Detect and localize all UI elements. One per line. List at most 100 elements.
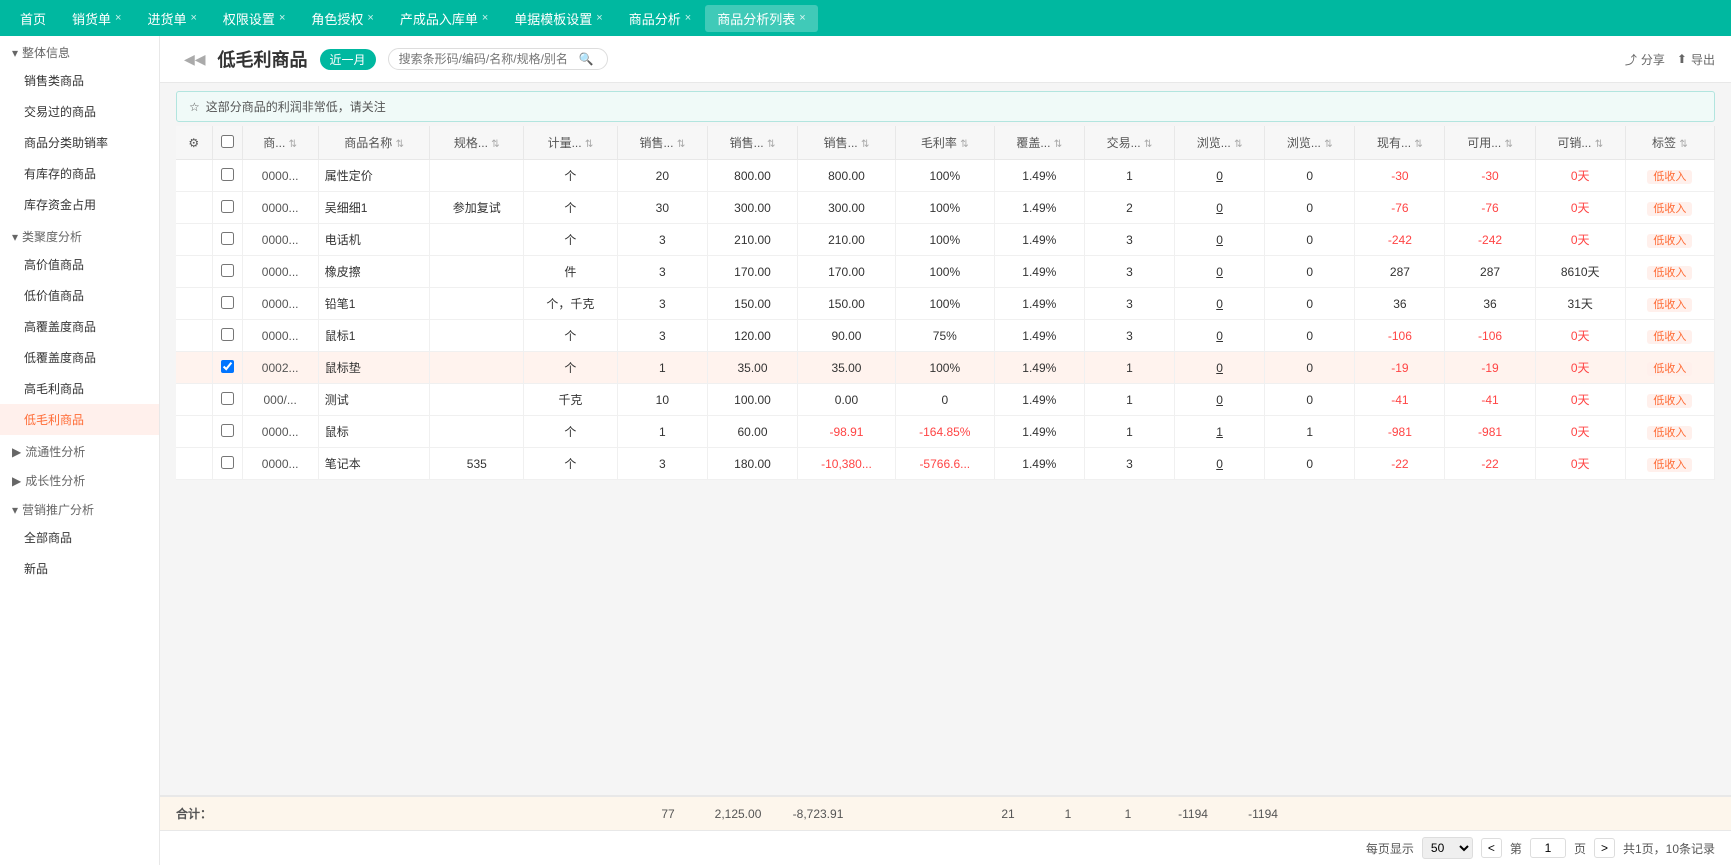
row-checkbox[interactable] — [221, 456, 234, 469]
row-name[interactable]: 属性定价 — [318, 160, 430, 192]
row-saleable: 0天 — [1535, 384, 1625, 416]
sidebar-item-high-coverage[interactable]: 高覆盖度商品 — [0, 311, 159, 342]
total-label: 合计： — [176, 805, 212, 822]
nav-purchase-close[interactable]: × — [190, 12, 196, 24]
sidebar-group-flow[interactable]: ▶ 流通性分析 — [0, 435, 159, 464]
export-button[interactable]: ⬆ 导出 — [1677, 51, 1715, 68]
sidebar-item-high-margin[interactable]: 高毛利商品 — [0, 373, 159, 404]
row-checkbox[interactable] — [221, 296, 234, 309]
row-name[interactable]: 测试 — [318, 384, 430, 416]
sidebar-item-stock-capital[interactable]: 库存资金占用 — [0, 189, 159, 220]
col-available[interactable]: 可用... ⇅ — [1445, 126, 1535, 160]
row-view1[interactable]: 0 — [1175, 320, 1265, 352]
sidebar-item-category-rate[interactable]: 商品分类助销率 — [0, 127, 159, 158]
col-tag[interactable]: 标签 ⇅ — [1625, 126, 1714, 160]
nav-product-inbound-close[interactable]: × — [482, 12, 488, 24]
row-view1[interactable]: 0 — [1175, 256, 1265, 288]
select-all-checkbox[interactable] — [221, 135, 234, 148]
row-view1[interactable]: 0 — [1175, 384, 1265, 416]
nav-roles-close[interactable]: × — [367, 12, 373, 24]
collapse-sidebar-btn[interactable]: ◀◀ — [184, 51, 206, 68]
nav-home[interactable]: 首页 — [8, 5, 58, 32]
col-saleable[interactable]: 可销... ⇅ — [1535, 126, 1625, 160]
nav-product-analysis[interactable]: 商品分析 × — [617, 5, 703, 32]
nav-product-analysis-close[interactable]: × — [685, 12, 691, 24]
sidebar-item-stock-products[interactable]: 有库存的商品 — [0, 158, 159, 189]
search-icon[interactable]: 🔍 — [579, 52, 594, 66]
search-input[interactable] — [399, 52, 579, 66]
nav-template-settings[interactable]: 单据模板设置 × — [502, 5, 614, 32]
row-checkbox[interactable] — [221, 424, 234, 437]
nav-permissions-close[interactable]: × — [279, 12, 285, 24]
col-sales-profit[interactable]: 销售... ⇅ — [798, 126, 896, 160]
sidebar-group-cluster[interactable]: ▾ 类聚度分析 — [0, 220, 159, 249]
col-view1[interactable]: 浏览... ⇅ — [1175, 126, 1265, 160]
nav-product-analysis-list-close[interactable]: × — [799, 12, 805, 24]
row-view1[interactable]: 0 — [1175, 224, 1265, 256]
col-settings[interactable]: ⚙ — [176, 126, 212, 160]
row-name[interactable]: 吴细细1 — [318, 192, 430, 224]
row-view1[interactable]: 0 — [1175, 352, 1265, 384]
row-view1[interactable]: 0 — [1175, 192, 1265, 224]
row-name[interactable]: 笔记本 — [318, 448, 430, 480]
row-name[interactable]: 铅笔1 — [318, 288, 430, 320]
row-sales-amount: 60.00 — [707, 416, 797, 448]
col-sales-amount[interactable]: 销售... ⇅ — [707, 126, 797, 160]
page-number-input[interactable] — [1530, 838, 1566, 858]
sidebar-item-new-products[interactable]: 新品 — [0, 553, 159, 584]
col-spec[interactable]: 规格... ⇅ — [430, 126, 524, 160]
nav-roles[interactable]: 角色授权 × — [299, 5, 385, 32]
row-checkbox[interactable] — [221, 168, 234, 181]
prev-page-btn[interactable]: < — [1481, 838, 1502, 858]
date-badge[interactable]: 近一月 — [320, 49, 376, 70]
col-view2[interactable]: 浏览... ⇅ — [1265, 126, 1355, 160]
nav-sales[interactable]: 销货单 × — [60, 5, 133, 32]
nav-purchase[interactable]: 进货单 × — [135, 5, 208, 32]
row-checkbox[interactable] — [221, 200, 234, 213]
row-checkbox[interactable] — [221, 392, 234, 405]
row-unit: 千克 — [524, 384, 618, 416]
nav-product-inbound[interactable]: 产成品入库单 × — [388, 5, 500, 32]
row-view1[interactable]: 1 — [1175, 416, 1265, 448]
row-view1[interactable]: 0 — [1175, 288, 1265, 320]
nav-product-analysis-list[interactable]: 商品分析列表 × — [705, 5, 817, 32]
sidebar-group-overall[interactable]: ▾ 整体信息 — [0, 36, 159, 65]
col-code[interactable]: 商... ⇅ — [242, 126, 318, 160]
row-name[interactable]: 鼠标垫 — [318, 352, 430, 384]
next-page-btn[interactable]: > — [1594, 838, 1615, 858]
col-current-stock[interactable]: 现有... ⇅ — [1355, 126, 1445, 160]
row-view1[interactable]: 0 — [1175, 160, 1265, 192]
nav-template-close[interactable]: × — [596, 12, 602, 24]
sidebar-item-low-coverage[interactable]: 低覆盖度商品 — [0, 342, 159, 373]
sidebar-item-traded-products[interactable]: 交易过的商品 — [0, 96, 159, 127]
row-checkbox[interactable] — [221, 264, 234, 277]
col-unit[interactable]: 计量... ⇅ — [524, 126, 618, 160]
col-coverage[interactable]: 覆盖... ⇅ — [994, 126, 1084, 160]
sidebar-item-all-products[interactable]: 全部商品 — [0, 522, 159, 553]
row-name[interactable]: 鼠标1 — [318, 320, 430, 352]
row-name[interactable]: 鼠标 — [318, 416, 430, 448]
row-checkbox[interactable] — [221, 232, 234, 245]
row-name[interactable]: 橡皮擦 — [318, 256, 430, 288]
nav-permissions[interactable]: 权限设置 × — [211, 5, 297, 32]
row-view1[interactable]: 0 — [1175, 448, 1265, 480]
sidebar-item-low-margin[interactable]: 低毛利商品 — [0, 404, 159, 435]
col-trade[interactable]: 交易... ⇅ — [1084, 126, 1174, 160]
sidebar-item-low-value[interactable]: 低价值商品 — [0, 280, 159, 311]
row-checkbox[interactable] — [221, 328, 234, 341]
sidebar-item-high-value[interactable]: 高价值商品 — [0, 249, 159, 280]
col-checkbox[interactable] — [212, 126, 242, 160]
row-name[interactable]: 电话机 — [318, 224, 430, 256]
sidebar-item-sales-products[interactable]: 销售类商品 — [0, 65, 159, 96]
row-checkbox[interactable] — [221, 360, 234, 373]
share-button[interactable]: ⤴ 分享 — [1625, 51, 1665, 68]
row-coverage: 1.49% — [994, 384, 1084, 416]
nav-sales-close[interactable]: × — [115, 12, 121, 24]
col-name[interactable]: 商品名称 ⇅ — [318, 126, 430, 160]
col-margin[interactable]: 毛利率 ⇅ — [895, 126, 994, 160]
sidebar-group-growth[interactable]: ▶ 成长性分析 — [0, 464, 159, 493]
per-page-select[interactable]: 50 100 200 — [1422, 837, 1473, 859]
col-sales-qty[interactable]: 销售... ⇅ — [617, 126, 707, 160]
row-settings — [176, 224, 212, 256]
sidebar-group-marketing[interactable]: ▾ 营销推广分析 — [0, 493, 159, 522]
